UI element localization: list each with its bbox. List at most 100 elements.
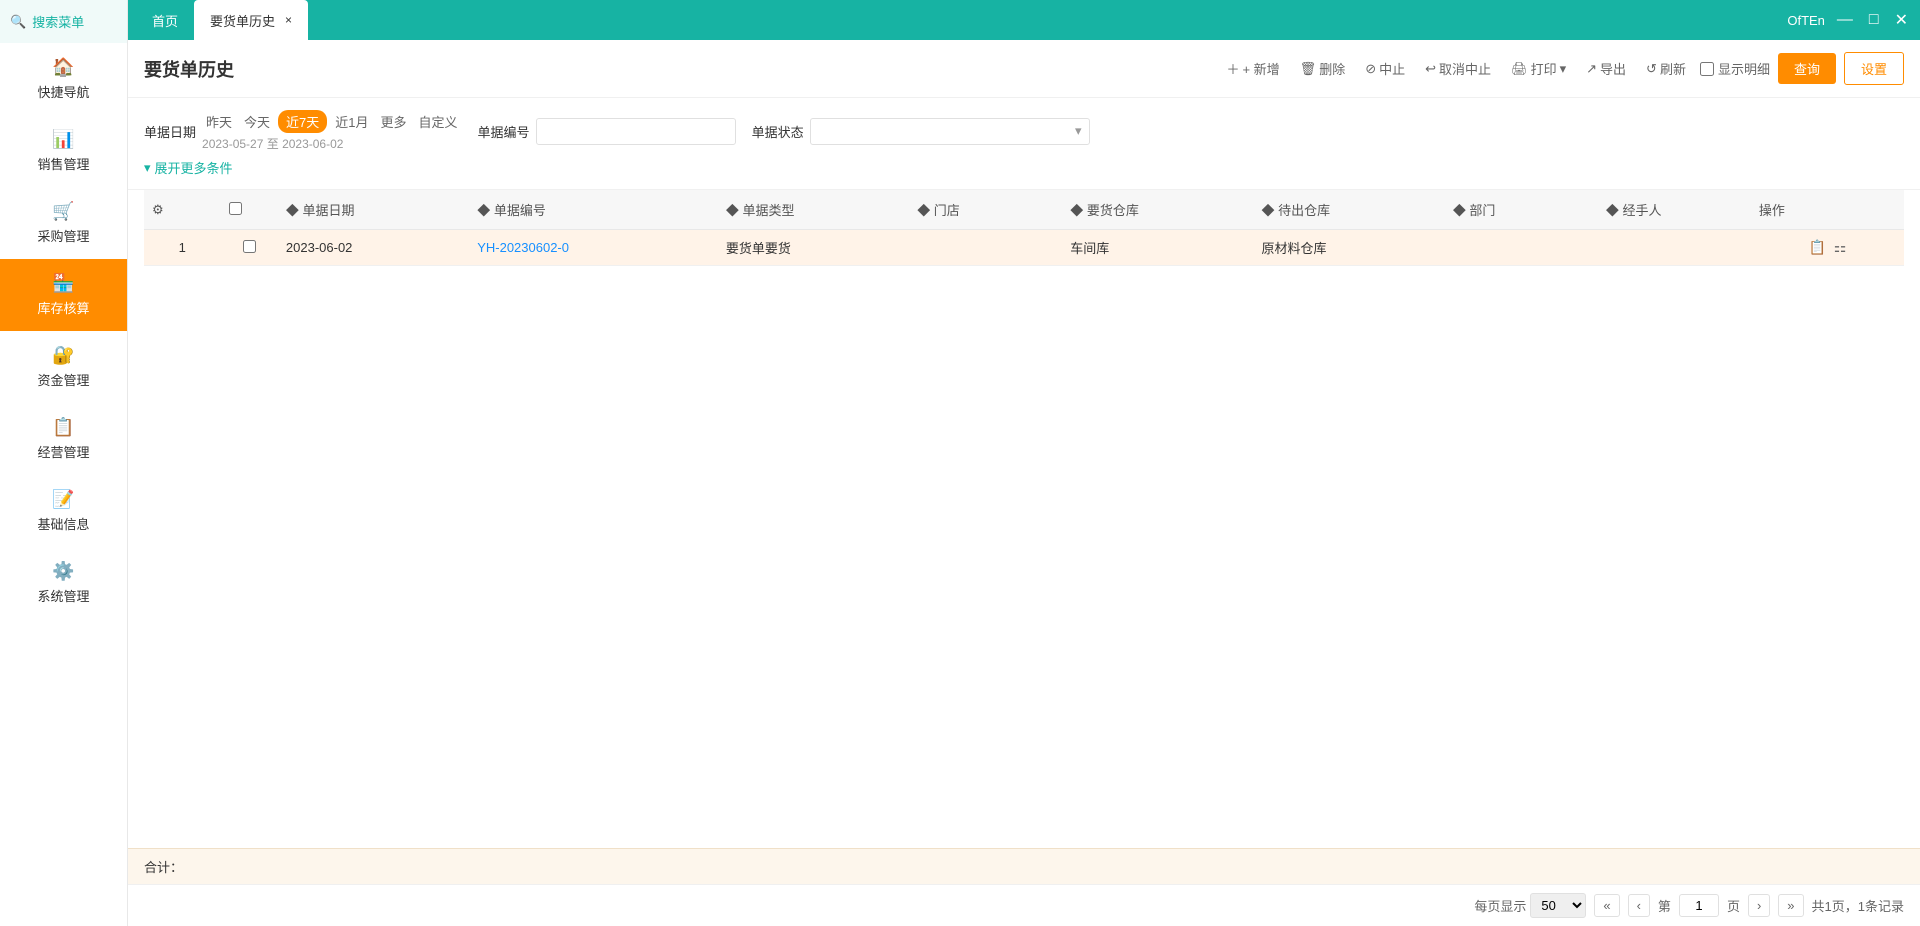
date-btn-custom[interactable]: 自定义 <box>415 110 462 133</box>
inventory-icon: 🏪 <box>52 273 74 294</box>
filter-billno-item: 单据编号 <box>478 118 736 145</box>
op-edit-icon[interactable]: 📋 <box>1807 237 1828 257</box>
page-number-input[interactable] <box>1679 894 1719 917</box>
cancel-stop-icon: ↩ <box>1425 61 1436 77</box>
th-dept-label: ◆ 部门 <box>1453 203 1496 218</box>
basic-icon: 📝 <box>52 489 74 510</box>
content-area: 要货单历史 ＋ + 新增 🗑 删除 ⊘ 中止 ↩ 取消中止 <box>128 40 1920 926</box>
prev-page-btn[interactable]: ‹ <box>1628 894 1650 917</box>
status-filter-label: 单据状态 <box>752 122 804 141</box>
th-date-label: ◆ 单据日期 <box>286 203 355 218</box>
date-btn-1month[interactable]: 近1月 <box>331 110 372 133</box>
th-op-label: 操作 <box>1759 203 1785 218</box>
tab-active-label: 要货单历史 <box>210 11 275 30</box>
stop-icon: ⊘ <box>1365 61 1376 77</box>
tab-home[interactable]: 首页 <box>136 0 194 40</box>
first-page-btn[interactable]: « <box>1594 894 1619 917</box>
sidebar-search[interactable]: 🔍 搜索菜单 <box>0 0 127 43</box>
th-handler: ◆ 经手人 <box>1598 190 1751 230</box>
stop-button[interactable]: ⊘ 中止 <box>1359 55 1411 82</box>
delete-button[interactable]: 🗑 删除 <box>1294 55 1352 82</box>
th-billno-label: ◆ 单据编号 <box>477 203 546 218</box>
data-table: ⚙ ◆ 单据日期 ◆ 单据编号 ◆ 单据类型 <box>144 190 1904 266</box>
billno-filter-label: 单据编号 <box>478 122 530 141</box>
purchase-icon: 🛒 <box>52 201 74 222</box>
sidebar-item-purchase[interactable]: 🛒 采购管理 <box>0 187 127 259</box>
billno-input[interactable] <box>536 118 736 145</box>
refresh-button[interactable]: ↺ 刷新 <box>1640 55 1692 82</box>
table-header-row: ⚙ ◆ 单据日期 ◆ 单据编号 ◆ 单据类型 <box>144 190 1904 230</box>
th-req-wh-label: ◆ 要货仓库 <box>1070 203 1139 218</box>
sidebar-item-quick-nav[interactable]: 🏠 快捷导航 <box>0 43 127 115</box>
export-icon: ↗ <box>1586 61 1597 77</box>
td-req-wh: 车间库 <box>1062 230 1253 266</box>
settings-gear-icon[interactable]: ⚙ <box>152 202 164 217</box>
sidebar-item-system[interactable]: ⚙️ 系统管理 <box>0 547 127 619</box>
tab-bar-right: OfTEn — □ ✕ <box>1787 10 1912 30</box>
sidebar: 🔍 搜索菜单 🏠 快捷导航 📊 销售管理 🛒 采购管理 🏪 库存核算 🔐 资金管… <box>0 0 128 926</box>
sidebar-item-label: 销售管理 <box>37 154 89 173</box>
often-label: OfTEn <box>1787 13 1825 28</box>
display-detail-checkbox[interactable] <box>1700 62 1714 76</box>
export-button[interactable]: ↗ 导出 <box>1580 55 1632 82</box>
th-date: ◆ 单据日期 <box>278 190 469 230</box>
th-pend-wh-label: ◆ 待出仓库 <box>1262 203 1331 218</box>
print-button[interactable]: 🖨 打印 ▾ <box>1505 55 1572 82</box>
row-checkbox[interactable] <box>243 240 256 253</box>
filter-status-item: 单据状态 ▾ <box>752 118 1090 145</box>
date-btn-today[interactable]: 今天 <box>240 110 274 133</box>
table-body: 1 2023-06-02 YH-20230602-0 要货单要货 车间库 原材料… <box>144 230 1904 266</box>
date-btn-7days[interactable]: 近7天 <box>278 110 327 133</box>
sidebar-item-label: 快捷导航 <box>37 82 89 101</box>
page-label-prefix: 第 <box>1658 896 1671 915</box>
add-button[interactable]: ＋ + 新增 <box>1220 55 1285 82</box>
status-select[interactable] <box>810 118 1090 145</box>
page-header: 要货单历史 ＋ + 新增 🗑 删除 ⊘ 中止 ↩ 取消中止 <box>128 40 1920 98</box>
per-page-label: 每页显示 <box>1474 896 1526 915</box>
sidebar-item-finance[interactable]: 🔐 资金管理 <box>0 331 127 403</box>
delete-icon: 🗑 <box>1300 61 1317 77</box>
sidebar-item-label: 基础信息 <box>37 514 89 533</box>
print-icon: 🖨 <box>1511 61 1528 77</box>
td-check <box>221 230 278 266</box>
expand-more-btn[interactable]: ▾ 展开更多条件 <box>144 158 1904 177</box>
table-row: 1 2023-06-02 YH-20230602-0 要货单要货 车间库 原材料… <box>144 230 1904 266</box>
td-op: 📋 ⚏ <box>1751 230 1904 266</box>
minimize-btn[interactable]: — <box>1833 11 1857 29</box>
date-btn-more[interactable]: 更多 <box>377 110 411 133</box>
th-type: ◆ 单据类型 <box>718 190 909 230</box>
th-handler-label: ◆ 经手人 <box>1606 203 1662 218</box>
sidebar-item-sales[interactable]: 📊 销售管理 <box>0 115 127 187</box>
setting-button[interactable]: 设置 <box>1844 52 1904 85</box>
last-page-btn[interactable]: » <box>1778 894 1803 917</box>
next-page-btn[interactable]: › <box>1748 894 1770 917</box>
select-all-checkbox[interactable] <box>229 202 242 215</box>
billno-link[interactable]: YH-20230602-0 <box>477 240 569 255</box>
per-page-select[interactable]: 50 100 <box>1530 893 1586 918</box>
sidebar-item-label: 库存核算 <box>37 298 89 317</box>
maximize-btn[interactable]: □ <box>1865 11 1883 29</box>
op-more-icon[interactable]: ⚏ <box>1832 237 1849 257</box>
td-date: 2023-06-02 <box>278 230 469 266</box>
table-footer: 合计： <box>128 848 1920 884</box>
search-icon: 🔍 <box>10 14 26 30</box>
td-type: 要货单要货 <box>718 230 909 266</box>
tab-home-label: 首页 <box>152 11 178 30</box>
display-detail-toggle[interactable]: 显示明细 <box>1700 59 1770 78</box>
cancel-stop-button[interactable]: ↩ 取消中止 <box>1419 55 1497 82</box>
tab-close-icon[interactable]: × <box>285 13 292 27</box>
td-handler <box>1598 230 1751 266</box>
page-label-suffix: 页 <box>1727 896 1740 915</box>
th-type-label: ◆ 单据类型 <box>726 203 795 218</box>
filter-area: 单据日期 昨天 今天 近7天 近1月 更多 自定义 2023-05-27 至 2… <box>128 98 1920 190</box>
tab-active[interactable]: 要货单历史 × <box>194 0 308 40</box>
sidebar-item-operations[interactable]: 📋 经营管理 <box>0 403 127 475</box>
query-button[interactable]: 查询 <box>1778 53 1836 84</box>
sidebar-item-inventory[interactable]: 🏪 库存核算 <box>0 259 127 331</box>
sidebar-item-basic[interactable]: 📝 基础信息 <box>0 475 127 547</box>
close-btn[interactable]: ✕ <box>1891 10 1912 30</box>
sidebar-item-label: 资金管理 <box>37 370 89 389</box>
filter-row: 单据日期 昨天 今天 近7天 近1月 更多 自定义 2023-05-27 至 2… <box>144 110 1904 152</box>
date-btn-yesterday[interactable]: 昨天 <box>202 110 236 133</box>
page-summary: 共1页，1条记录 <box>1812 896 1904 915</box>
